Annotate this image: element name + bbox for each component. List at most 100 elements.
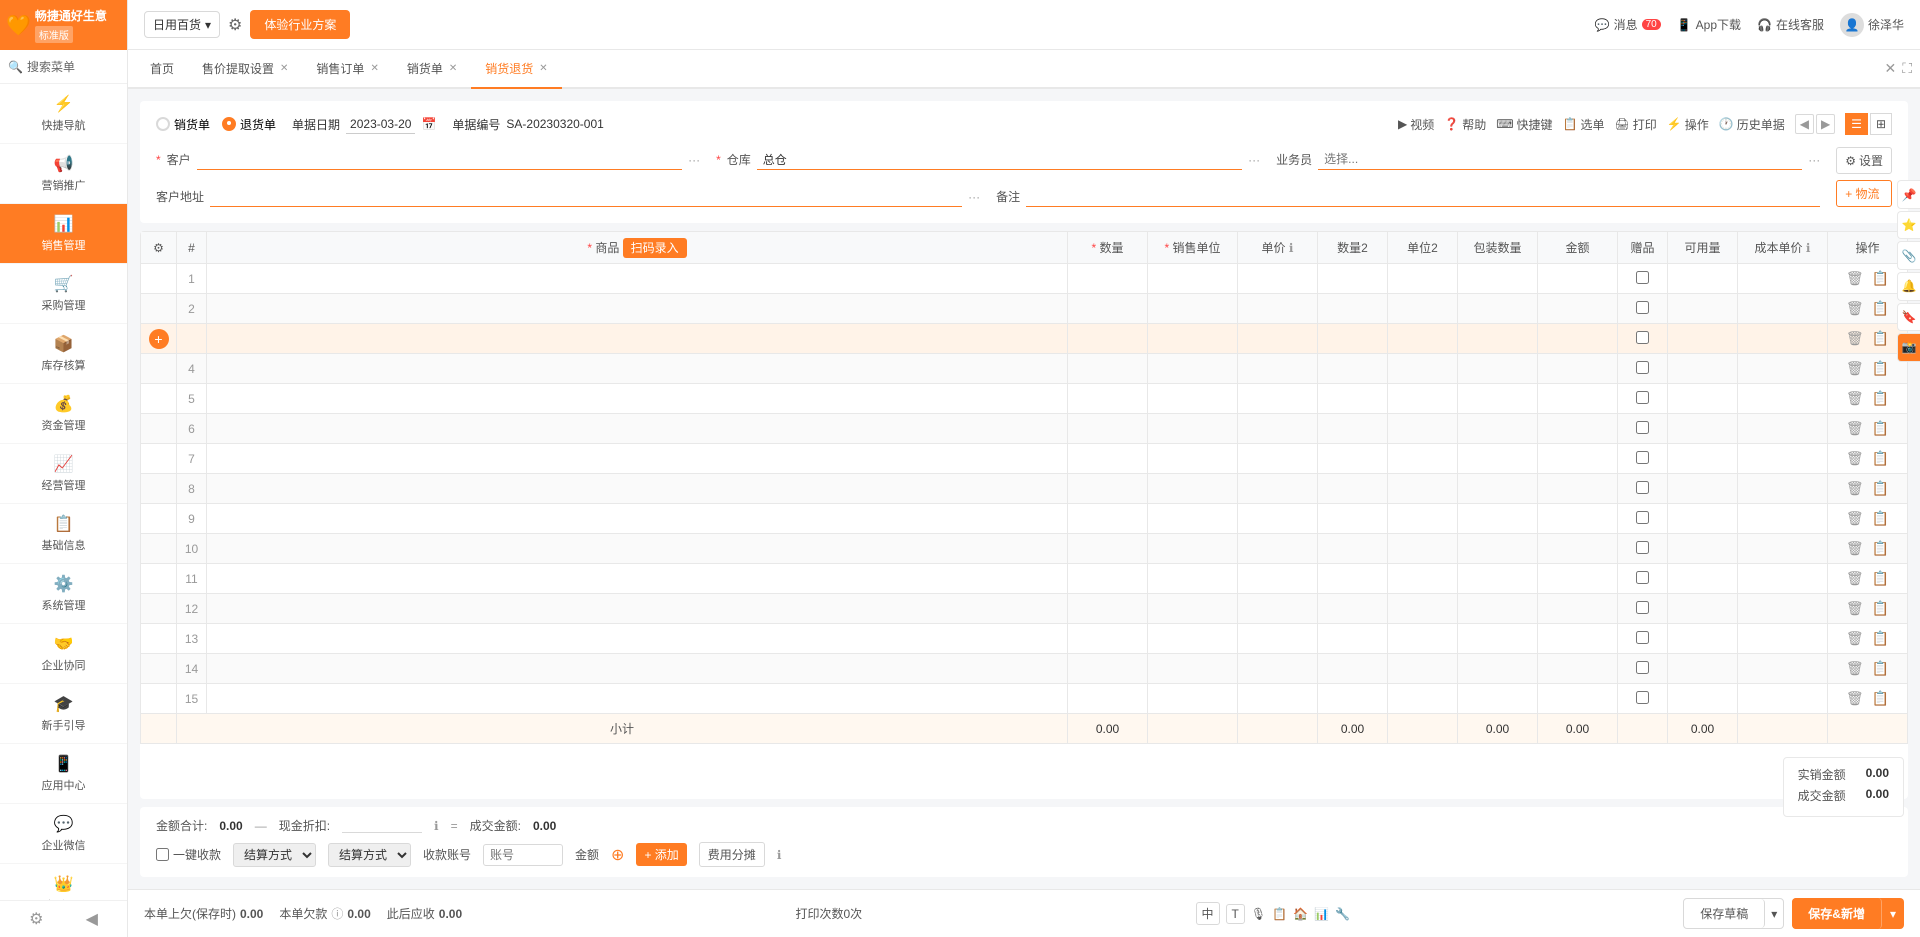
cell-gift-2[interactable] xyxy=(1618,294,1668,324)
tool-text-icon[interactable]: T xyxy=(1226,904,1245,924)
right-float-bookmark[interactable]: 🔖 xyxy=(1897,303,1920,332)
customer-select-btn[interactable]: ··· xyxy=(688,153,700,167)
cpy-7[interactable]: 📋 xyxy=(1870,448,1891,469)
right-float-screenshot[interactable]: 📸 xyxy=(1897,333,1920,362)
account-input[interactable] xyxy=(483,844,563,866)
customer-address-input[interactable] xyxy=(210,186,962,207)
cell-gift-1[interactable] xyxy=(1618,264,1668,294)
save-draft-button[interactable]: 保存草稿 xyxy=(1684,899,1765,928)
tab-price-setting-close[interactable]: ✕ xyxy=(280,63,288,74)
cell-gift-3[interactable] xyxy=(1618,324,1668,354)
cell-product-2[interactable] xyxy=(207,294,1068,324)
del-7[interactable]: 🗑 xyxy=(1844,448,1866,469)
cell-available-1[interactable] xyxy=(1668,264,1738,294)
tool-settings-icon[interactable]: 🔧 xyxy=(1335,907,1350,921)
add-payment-icon[interactable]: ⊕ xyxy=(611,845,624,865)
sidebar-item-basic-info[interactable]: 📋 基础信息 xyxy=(0,504,127,564)
industry-selector[interactable]: 日用百货 ▾ xyxy=(144,11,220,38)
app-download-button[interactable]: 📱 App下载 xyxy=(1677,16,1741,33)
del-8[interactable]: 🗑 xyxy=(1844,478,1866,499)
tab-sales-order-close[interactable]: ✕ xyxy=(370,63,378,74)
tab-sales-return[interactable]: 销货退货 ✕ xyxy=(471,50,561,89)
unit-price-info-icon[interactable]: ℹ xyxy=(1289,241,1294,255)
sidebar-item-inventory[interactable]: 📦 库存核算 xyxy=(0,324,127,384)
cell-available-3[interactable] xyxy=(1668,324,1738,354)
grid-view-btn[interactable]: ⊞ xyxy=(1870,113,1892,135)
del-14[interactable]: 🗑 xyxy=(1844,658,1866,679)
right-float-attach[interactable]: 📎 xyxy=(1897,241,1920,270)
doc-date-value[interactable]: 2023-03-20 xyxy=(346,115,415,134)
sidebar-collapse-btn[interactable]: ◀ xyxy=(86,909,98,929)
settle-method-select[interactable]: 结算方式 xyxy=(233,843,316,867)
add-row-btn[interactable]: + xyxy=(149,329,169,349)
salesperson-select-btn[interactable]: ··· xyxy=(1808,153,1820,167)
form-settings-button[interactable]: ⚙ 设置 xyxy=(1836,147,1892,174)
cell-qty-3[interactable] xyxy=(1068,324,1148,354)
info-tooltip-icon[interactable]: ℹ xyxy=(434,819,439,833)
cell-qty2-2[interactable] xyxy=(1318,294,1388,324)
tab-sales-delivery-close[interactable]: ✕ xyxy=(449,63,457,74)
cpy-10[interactable]: 📋 xyxy=(1870,538,1891,559)
cell-price-3[interactable] xyxy=(1238,324,1318,354)
cpy-14[interactable]: 📋 xyxy=(1870,658,1891,679)
cell-qty2-3[interactable] xyxy=(1318,324,1388,354)
cell-costprice-2[interactable] xyxy=(1738,294,1828,324)
fee-split-button[interactable]: 费用分摊 xyxy=(699,842,765,867)
tool-mic-icon[interactable]: 🎙 xyxy=(1251,907,1266,921)
cell-unit2-3[interactable] xyxy=(1388,324,1458,354)
cpy-15[interactable]: 📋 xyxy=(1870,688,1891,709)
cell-amount-2[interactable] xyxy=(1538,294,1618,324)
cell-unit2-1[interactable] xyxy=(1388,264,1458,294)
sidebar-settings-btn[interactable]: ⚙ xyxy=(29,909,43,929)
one-click-pay-cb[interactable] xyxy=(156,848,169,861)
cpy-13[interactable]: 📋 xyxy=(1870,628,1891,649)
cost-price-info-icon[interactable]: ℹ xyxy=(1806,241,1811,255)
cell-price-2[interactable] xyxy=(1238,294,1318,324)
sidebar-item-quick-nav[interactable]: ⚡ 快捷导航 xyxy=(0,84,127,144)
del-4[interactable]: 🗑 xyxy=(1844,358,1866,379)
copy-row-2-btn[interactable]: 📋 xyxy=(1870,298,1891,319)
cell-amount-1[interactable] xyxy=(1538,264,1618,294)
sidebar-item-marketing[interactable]: 📢 营销推广 xyxy=(0,144,127,204)
cell-packqty-3[interactable] xyxy=(1458,324,1538,354)
maximize-tab-icon[interactable]: ⛶ xyxy=(1902,60,1912,77)
copy-row-3-btn[interactable]: 📋 xyxy=(1870,328,1891,349)
warehouse-input[interactable] xyxy=(757,149,1242,170)
cell-qty2-1[interactable] xyxy=(1318,264,1388,294)
radio-sales-return[interactable]: 退货单 xyxy=(222,116,276,133)
sidebar-item-guide[interactable]: 🎓 新手引导 xyxy=(0,684,127,744)
customer-input[interactable] xyxy=(197,149,682,170)
settings-gear-icon[interactable]: ⚙ xyxy=(228,15,242,35)
sidebar-item-system[interactable]: ⚙️ 系统管理 xyxy=(0,564,127,624)
cell-qty-2[interactable] xyxy=(1068,294,1148,324)
cell-product-3[interactable] xyxy=(207,324,1068,354)
copy-row-1-btn[interactable]: 📋 xyxy=(1870,268,1891,289)
sidebar-item-finance[interactable]: 💰 资金管理 xyxy=(0,384,127,444)
cpy-9[interactable]: 📋 xyxy=(1870,508,1891,529)
del-12[interactable]: 🗑 xyxy=(1844,598,1866,619)
online-service-button[interactable]: 🎧 在线客服 xyxy=(1757,16,1824,33)
cell-unit-1[interactable] xyxy=(1148,264,1238,294)
warehouse-select-btn[interactable]: ··· xyxy=(1248,153,1260,167)
select-button[interactable]: 📋 选单 xyxy=(1563,116,1605,133)
next-record-btn[interactable]: ▶ xyxy=(1816,114,1835,134)
cpy-12[interactable]: 📋 xyxy=(1870,598,1891,619)
del-9[interactable]: 🗑 xyxy=(1844,508,1866,529)
cell-product-1[interactable] xyxy=(207,264,1068,294)
tool-cn-icon[interactable]: 中 xyxy=(1196,902,1220,925)
delete-row-1-btn[interactable]: 🗑 xyxy=(1844,268,1866,289)
tool-home-icon[interactable]: 🏠 xyxy=(1293,907,1308,921)
logistics-button[interactable]: + 物流 xyxy=(1836,180,1892,207)
save-new-button[interactable]: 保存&新增 xyxy=(1792,898,1882,929)
cell-packqty-2[interactable] xyxy=(1458,294,1538,324)
del-6[interactable]: 🗑 xyxy=(1844,418,1866,439)
calc-method-select[interactable]: 结算方式 xyxy=(328,843,411,867)
salesperson-input[interactable] xyxy=(1318,149,1802,170)
sidebar-item-operations[interactable]: 📈 经营管理 xyxy=(0,444,127,504)
trial-plan-button[interactable]: 体验行业方案 xyxy=(250,10,350,39)
history-button[interactable]: 🕐 历史单据 xyxy=(1719,116,1785,133)
search-menu[interactable]: 🔍 搜索菜单 xyxy=(0,50,127,84)
cell-packqty-1[interactable] xyxy=(1458,264,1538,294)
current-debt-info[interactable]: ⓘ xyxy=(331,905,343,922)
tool-copy-icon[interactable]: 📋 xyxy=(1272,907,1287,921)
